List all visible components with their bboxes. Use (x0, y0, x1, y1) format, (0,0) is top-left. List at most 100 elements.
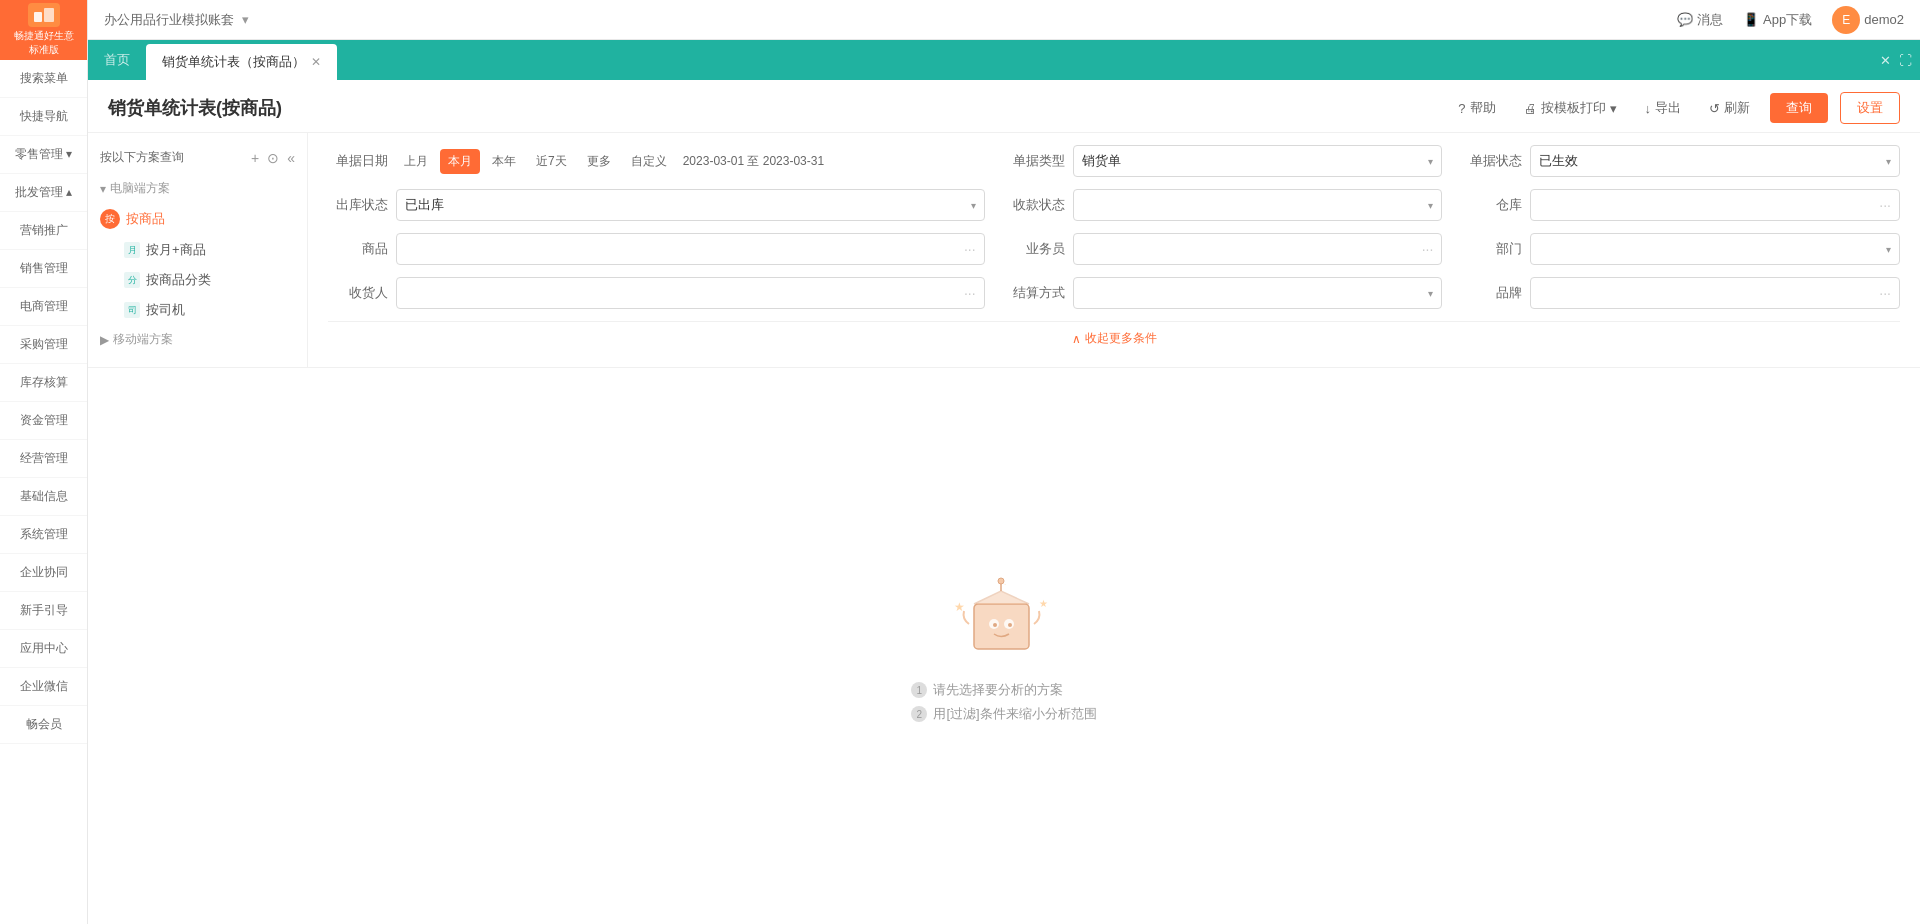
help-btn[interactable]: ? 帮助 (1450, 95, 1503, 121)
recipient-field: 收货人 ··· (328, 277, 985, 309)
sidebar-item-wholesale[interactable]: 批发管理 ▴ (0, 174, 87, 212)
main-area: 办公用品行业模拟账套 ▾ 💬 消息 📱 App下载 E demo2 首页 (88, 0, 1920, 924)
template-print-label: 按模板打印 (1541, 99, 1606, 117)
out-status-field: 出库状态 已出库 ▾ (328, 189, 985, 221)
sub-label-driver: 按司机 (146, 301, 185, 319)
user-area[interactable]: E demo2 (1832, 6, 1904, 34)
sidebar-item-search[interactable]: 搜索菜单 (0, 60, 87, 98)
sidebar-item-wechat[interactable]: 企业微信 (0, 668, 87, 706)
doc-status-select[interactable]: 已生效 ▾ (1530, 145, 1900, 177)
scheme-label: 按商品 (126, 210, 165, 228)
scheme-by-driver[interactable]: 司 按司机 (88, 295, 307, 325)
export-btn[interactable]: ↓ 导出 (1637, 95, 1690, 121)
settings-scheme-btn[interactable]: ⊙ (267, 150, 279, 166)
payment-status-select[interactable]: ▾ (1073, 189, 1443, 221)
product-label: 商品 (328, 240, 388, 258)
sidebar-item-sales[interactable]: 销售管理 (0, 250, 87, 288)
tip-num-1: 1 (911, 682, 927, 698)
sidebar: 畅捷通好生意 标准版 搜索菜单 快捷导航 零售管理 ▾ 批发管理 ▴ 营销推广 … (0, 0, 88, 924)
sidebar-item-retail[interactable]: 零售管理 ▾ (0, 136, 87, 174)
date-tab-7days[interactable]: 近7天 (528, 149, 575, 174)
filter-row-4: 收货人 ··· 结算方式 ▾ 品牌 (328, 277, 1900, 309)
brand-dots-icon[interactable]: ··· (1879, 285, 1891, 301)
recipient-dots-icon[interactable]: ··· (964, 285, 976, 301)
sidebar-item-quick[interactable]: 快捷导航 (0, 98, 87, 136)
workspace-label: 办公用品行业模拟账套 (104, 11, 234, 29)
recipient-label: 收货人 (328, 284, 388, 302)
scheme-by-month-product[interactable]: 月 按月+商品 (88, 235, 307, 265)
sidebar-item-operation[interactable]: 经营管理 (0, 440, 87, 478)
date-tab-this-year[interactable]: 本年 (484, 149, 524, 174)
sidebar-item-system[interactable]: 系统管理 (0, 516, 87, 554)
out-status-select[interactable]: 已出库 ▾ (396, 189, 985, 221)
query-btn[interactable]: 查询 (1770, 93, 1828, 123)
date-tab-more[interactable]: 更多 (579, 149, 619, 174)
tab-close-icon[interactable]: ✕ (311, 55, 321, 69)
sidebar-item-finance[interactable]: 资金管理 (0, 402, 87, 440)
svg-point-7 (1008, 623, 1012, 627)
department-select[interactable]: ▾ (1530, 233, 1900, 265)
refresh-btn[interactable]: ↺ 刷新 (1701, 95, 1758, 121)
sidebar-item-purchase[interactable]: 采购管理 (0, 326, 87, 364)
date-tab-this-month[interactable]: 本月 (440, 149, 480, 174)
sidebar-item-marketing[interactable]: 营销推广 (0, 212, 87, 250)
product-input[interactable]: ··· (396, 233, 985, 265)
tab-report-label: 销货单统计表（按商品） (162, 53, 305, 71)
settlement-select[interactable]: ▾ (1073, 277, 1443, 309)
doc-type-value: 销货单 (1082, 152, 1121, 170)
svg-rect-0 (34, 12, 42, 22)
close-window-icon[interactable]: ✕ (1880, 53, 1891, 68)
print-icon: 🖨 (1524, 101, 1537, 116)
salesperson-input[interactable]: ··· (1073, 233, 1443, 265)
sidebar-item-enterprise[interactable]: 企业协同 (0, 554, 87, 592)
panel-header: 按以下方案查询 + ⊙ « (88, 145, 307, 174)
product-dots-icon[interactable]: ··· (964, 241, 976, 257)
scheme-by-category[interactable]: 分 按商品分类 (88, 265, 307, 295)
collapse-icon: ∧ (1072, 332, 1081, 346)
sub-label-month: 按月+商品 (146, 241, 206, 259)
date-label: 单据日期 (328, 152, 388, 170)
sidebar-item-member[interactable]: 畅会员 (0, 706, 87, 744)
doc-status-label: 单据状态 (1462, 152, 1522, 170)
payment-status-field: 收款状态 ▾ (985, 189, 1443, 221)
date-field: 单据日期 上月 本月 本年 近7天 更多 自定义 2023-03-01 至 20… (328, 149, 985, 174)
recipient-input[interactable]: ··· (396, 277, 985, 309)
tip-text-2: 用[过滤]条件来缩小分析范围 (933, 705, 1096, 723)
sidebar-item-basic[interactable]: 基础信息 (0, 478, 87, 516)
help-label: 帮助 (1470, 99, 1496, 117)
brand-input[interactable]: ··· (1530, 277, 1900, 309)
salesperson-dots-icon[interactable]: ··· (1422, 241, 1434, 257)
settings-btn[interactable]: 设置 (1840, 92, 1900, 124)
tab-home[interactable]: 首页 (88, 40, 146, 80)
template-print-btn[interactable]: 🖨 按模板打印 ▾ (1516, 95, 1625, 121)
collapse-panel-btn[interactable]: « (287, 150, 295, 166)
sidebar-item-inventory[interactable]: 库存核算 (0, 364, 87, 402)
scheme-by-product[interactable]: 按 按商品 (88, 203, 307, 235)
add-scheme-btn[interactable]: + (251, 150, 259, 166)
doc-type-select[interactable]: 销货单 ▾ (1073, 145, 1443, 177)
empty-tip-2: 2 用[过滤]条件来缩小分析范围 (911, 705, 1096, 723)
mobile-expand-icon: ▶ (100, 333, 109, 347)
workspace-dropdown-icon[interactable]: ▾ (242, 12, 249, 27)
filter-row-3: 商品 ··· 业务员 ··· 部门 (328, 233, 1900, 265)
tab-report[interactable]: 销货单统计表（按商品） ✕ (146, 44, 337, 80)
doc-type-field: 单据类型 销货单 ▾ (985, 145, 1443, 177)
warehouse-dots-icon[interactable]: ··· (1879, 197, 1891, 213)
maximize-icon[interactable]: ⛶ (1899, 53, 1912, 68)
empty-tips: 1 请先选择要分析的方案 2 用[过滤]条件来缩小分析范围 (911, 681, 1096, 723)
date-tab-custom[interactable]: 自定义 (623, 149, 675, 174)
tab-bar: 首页 销货单统计表（按商品） ✕ ✕ ⛶ (88, 40, 1920, 80)
sidebar-item-appcenter[interactable]: 应用中心 (0, 630, 87, 668)
warehouse-input[interactable]: ··· (1530, 189, 1900, 221)
message-btn[interactable]: 💬 消息 (1677, 11, 1723, 29)
svg-text:★: ★ (1039, 598, 1048, 609)
sidebar-item-ecom[interactable]: 电商管理 (0, 288, 87, 326)
refresh-icon: ↺ (1709, 101, 1720, 116)
left-panel: 按以下方案查询 + ⊙ « ▾ 电脑端方案 按 按商品 月 (88, 133, 308, 367)
collapse-btn[interactable]: ∧ 收起更多条件 (328, 321, 1900, 355)
app-download-btn[interactable]: 📱 App下载 (1743, 11, 1812, 29)
date-range: 2023-03-01 至 2023-03-31 (683, 153, 824, 170)
date-tab-last-month[interactable]: 上月 (396, 149, 436, 174)
sidebar-item-newbie[interactable]: 新手引导 (0, 592, 87, 630)
app-download-label: App下载 (1763, 11, 1812, 29)
